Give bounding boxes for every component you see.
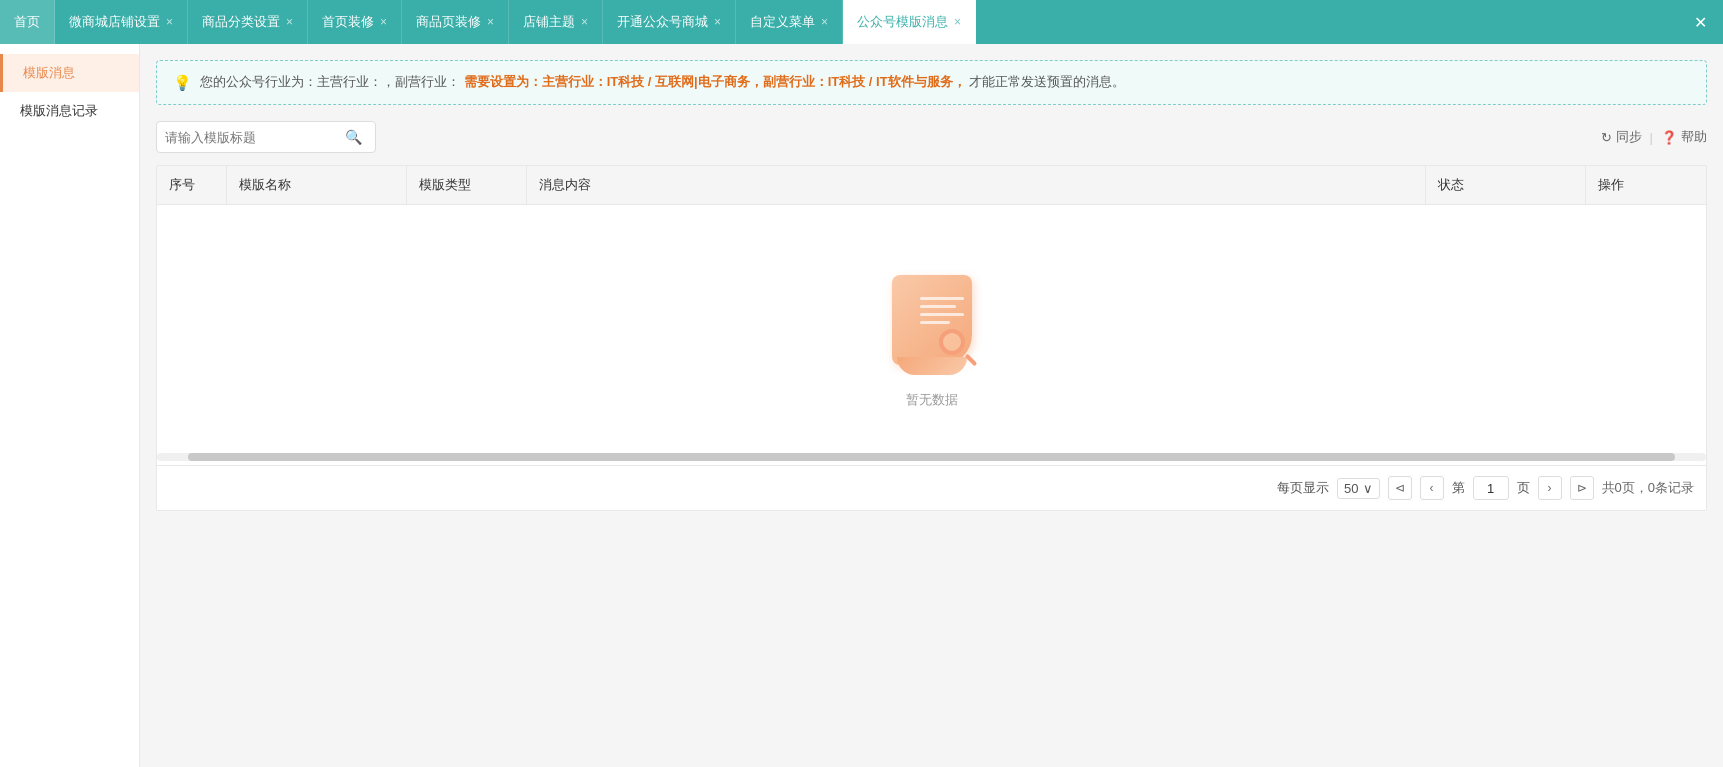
tab-home-decoration-close[interactable]: ×	[380, 15, 387, 29]
page-suffix: 页	[1517, 479, 1530, 497]
last-page-icon: ⊳	[1577, 481, 1587, 495]
main-layout: 模版消息 模版消息记录 💡 您的公众号行业为：主营行业：，副营行业： 需要设置为…	[0, 44, 1723, 767]
help-button[interactable]: ❓ 帮助	[1661, 128, 1707, 146]
notice-text: 您的公众号行业为：主营行业：，副营行业： 需要设置为：主营行业：IT科技 / 互…	[200, 73, 1125, 91]
main-content: 💡 您的公众号行业为：主营行业：，副营行业： 需要设置为：主营行业：IT科技 /…	[140, 44, 1723, 767]
search-actions: ↻ 同步 | ❓ 帮助	[1601, 128, 1707, 146]
help-circle-icon: ❓	[1661, 130, 1677, 145]
first-page-button[interactable]: ⊲	[1388, 476, 1412, 500]
sync-icon: ↻	[1601, 130, 1612, 145]
sidebar-item-template-message[interactable]: 模版消息	[0, 54, 139, 92]
magnify-circle	[939, 329, 965, 355]
help-label: 帮助	[1681, 128, 1707, 146]
tab-category-settings[interactable]: 商品分类设置 ×	[188, 0, 308, 44]
pagination: 每页显示 50 ∨ ⊲ ‹ 第 页 › ⊳	[157, 465, 1706, 510]
table-header: 序号 模版名称 模版类型 消息内容 状态 操作	[157, 166, 1706, 205]
empty-state: 暂无数据	[157, 205, 1706, 449]
page-size-select[interactable]: 50 ∨	[1337, 478, 1379, 499]
scroll-line-4	[920, 321, 950, 324]
search-input[interactable]	[165, 130, 345, 145]
scrollbar-thumb[interactable]	[188, 453, 1675, 461]
page-size-dropdown-icon: ∨	[1363, 481, 1373, 496]
tab-category-settings-close[interactable]: ×	[286, 15, 293, 29]
next-page-button[interactable]: ›	[1538, 476, 1562, 500]
th-status: 状态	[1426, 166, 1586, 204]
th-action: 操作	[1586, 166, 1706, 204]
tab-product-decoration-close[interactable]: ×	[487, 15, 494, 29]
top-navigation: 首页 微商城店铺设置 × 商品分类设置 × 首页装修 × 商品页装修 × 店铺主…	[0, 0, 1723, 44]
page-prefix: 第	[1452, 479, 1465, 497]
next-page-icon: ›	[1548, 481, 1552, 495]
industry-notice: 💡 您的公众号行业为：主营行业：，副营行业： 需要设置为：主营行业：IT科技 /…	[156, 60, 1707, 105]
sync-label: 同步	[1616, 128, 1642, 146]
page-size-value: 50	[1344, 481, 1358, 496]
tab-product-decoration[interactable]: 商品页装修 ×	[402, 0, 509, 44]
scroll-lines	[920, 297, 964, 324]
notice-highlight: 需要设置为：主营行业：IT科技 / 互联网|电子商务，副营行业：IT科技 / I…	[464, 74, 966, 89]
search-bar: 🔍 ↻ 同步 | ❓ 帮助	[156, 121, 1707, 153]
tab-home-label: 首页	[14, 13, 40, 31]
magnify-handle	[964, 354, 977, 367]
sidebar-item-template-record[interactable]: 模版消息记录	[0, 92, 139, 130]
page-size-label: 每页显示	[1277, 479, 1329, 497]
page-total: 共0页，0条记录	[1602, 479, 1694, 497]
tab-shop-settings-close[interactable]: ×	[166, 15, 173, 29]
tab-home-decoration[interactable]: 首页装修 ×	[308, 0, 402, 44]
scroll-line-1	[920, 297, 964, 300]
tab-shop-theme-close[interactable]: ×	[581, 15, 588, 29]
th-index: 序号	[157, 166, 227, 204]
tab-template-message-label: 公众号模版消息	[857, 13, 948, 31]
current-page-input[interactable]	[1473, 476, 1509, 500]
tab-open-wechat-shop-label: 开通公众号商城	[617, 13, 708, 31]
sidebar-item-template-message-label: 模版消息	[23, 65, 75, 80]
tab-custom-menu-label: 自定义菜单	[750, 13, 815, 31]
tab-home-decoration-label: 首页装修	[322, 13, 374, 31]
tab-custom-menu-close[interactable]: ×	[821, 15, 828, 29]
tab-category-settings-label: 商品分类设置	[202, 13, 280, 31]
notice-suffix: 才能正常发送预置的消息。	[969, 74, 1125, 89]
scroll-line-2	[920, 305, 956, 308]
th-content: 消息内容	[527, 166, 1426, 204]
prev-page-button[interactable]: ‹	[1420, 476, 1444, 500]
sidebar-item-template-record-label: 模版消息记录	[20, 103, 98, 118]
tab-shop-theme[interactable]: 店铺主题 ×	[509, 0, 603, 44]
last-page-button[interactable]: ⊳	[1570, 476, 1594, 500]
horizontal-scrollbar[interactable]	[157, 453, 1706, 461]
notice-bulb-icon: 💡	[173, 74, 192, 92]
action-divider: |	[1650, 130, 1653, 145]
tab-home[interactable]: 首页	[0, 0, 55, 44]
tab-template-message-close[interactable]: ×	[954, 15, 961, 29]
th-name: 模版名称	[227, 166, 407, 204]
tab-shop-settings[interactable]: 微商城店铺设置 ×	[55, 0, 188, 44]
tab-custom-menu[interactable]: 自定义菜单 ×	[736, 0, 843, 44]
tab-open-wechat-shop-close[interactable]: ×	[714, 15, 721, 29]
first-page-icon: ⊲	[1395, 481, 1405, 495]
search-icon[interactable]: 🔍	[345, 129, 362, 145]
th-type: 模版类型	[407, 166, 527, 204]
magnify-glass-icon	[939, 329, 977, 367]
empty-illustration	[877, 265, 987, 375]
tab-shop-settings-label: 微商城店铺设置	[69, 13, 160, 31]
prev-page-icon: ‹	[1430, 481, 1434, 495]
tab-product-decoration-label: 商品页装修	[416, 13, 481, 31]
sidebar: 模版消息 模版消息记录	[0, 44, 140, 767]
global-close-button[interactable]: ✕	[1678, 13, 1723, 32]
notice-prefix: 您的公众号行业为：主营行业：，副营行业：	[200, 74, 460, 89]
tab-open-wechat-shop[interactable]: 开通公众号商城 ×	[603, 0, 736, 44]
tab-template-message[interactable]: 公众号模版消息 ×	[843, 0, 976, 44]
scroll-line-3	[920, 313, 964, 316]
empty-text: 暂无数据	[906, 391, 958, 409]
template-table: 序号 模版名称 模版类型 消息内容 状态 操作	[156, 165, 1707, 511]
sync-button[interactable]: ↻ 同步	[1601, 128, 1642, 146]
tab-shop-theme-label: 店铺主题	[523, 13, 575, 31]
search-input-wrap[interactable]: 🔍	[156, 121, 376, 153]
